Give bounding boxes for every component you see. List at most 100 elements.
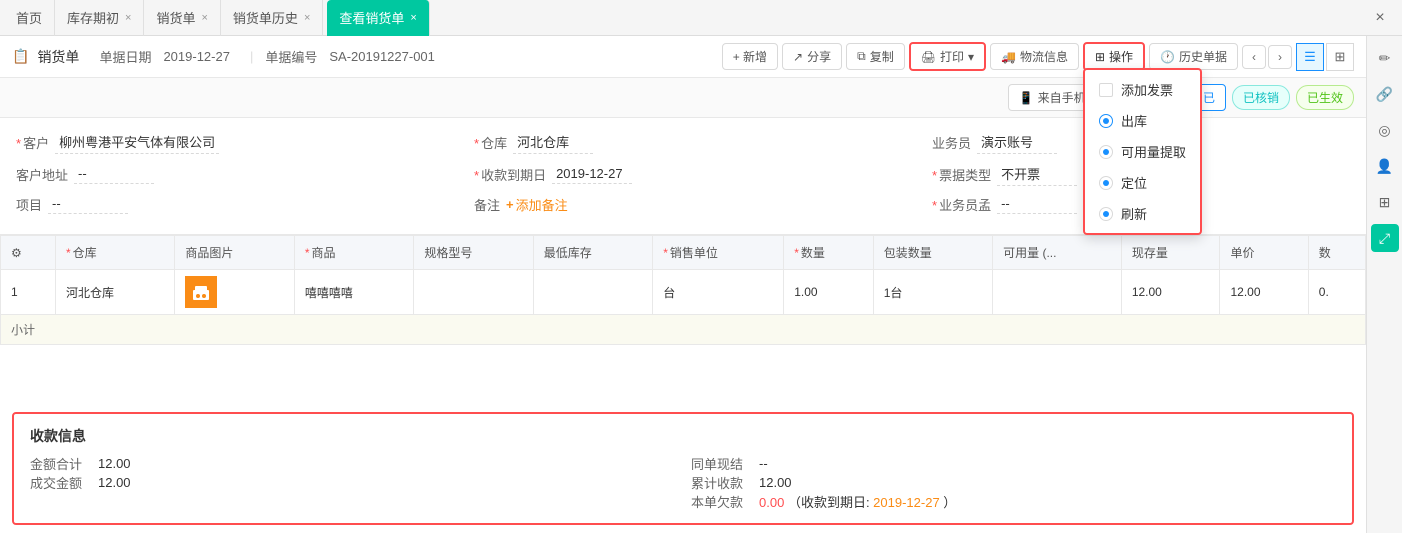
tab-sales-history-close[interactable]: × <box>304 12 310 24</box>
staff2-value[interactable]: -- <box>997 194 1077 214</box>
cumulative-payment-value: 12.00 <box>759 475 792 490</box>
print-icon: 🖨 <box>921 50 936 64</box>
row-spec <box>414 270 533 315</box>
share-button[interactable]: ↗ 分享 <box>782 43 842 70</box>
ops-button[interactable]: ⊞ 操作 <box>1083 42 1145 71</box>
row-warehouse: 河北仓库 <box>55 270 174 315</box>
outbound-item[interactable]: 出库 <box>1085 105 1200 136</box>
add-invoice-item[interactable]: 添加发票 <box>1085 74 1200 105</box>
history-button[interactable]: 🕐 历史单据 <box>1149 43 1238 70</box>
logistics-button[interactable]: 🚚 物流信息 <box>990 43 1079 70</box>
due-date-value: 2019-12-27 <box>873 495 940 510</box>
cumulative-payment-label: 累计收款 <box>691 473 751 492</box>
col-quantity: 数量 <box>784 236 873 270</box>
doc-number-label: 单据编号 <box>265 47 317 66</box>
transaction-amount-label: 成交金额 <box>30 473 90 492</box>
refresh-radio[interactable] <box>1099 207 1113 221</box>
payment-info-box: 收款信息 金额合计 12.00 成交金额 12.00 <box>12 412 1354 525</box>
next-arrow[interactable]: › <box>1268 45 1292 69</box>
doc-date-value: 2019-12-27 <box>163 49 230 64</box>
window-close-button[interactable]: × <box>1366 4 1394 32</box>
add-note-button[interactable]: 添加备注 <box>506 195 568 214</box>
row-available <box>993 270 1122 315</box>
doc-title: 销货单 <box>37 47 79 67</box>
copy-icon: ⧉ <box>857 49 866 64</box>
row-quantity: 1.00 <box>784 270 873 315</box>
col-unit: 销售单位 <box>653 236 784 270</box>
payment-info-right: 同单现结 -- 累计收款 12.00 本单欠款 0.00 <box>691 454 1336 511</box>
invoice-type-value[interactable]: 不开票 <box>997 162 1077 186</box>
warehouse-label: 仓库 <box>474 133 507 152</box>
link-icon[interactable]: 🔗 <box>1371 80 1399 108</box>
locate-radio[interactable] <box>1099 176 1113 190</box>
row-product: 嘻嘻嘻嘻 <box>294 270 413 315</box>
invoice-type-label: 票据类型 <box>932 165 991 184</box>
col-product: 商品 <box>294 236 413 270</box>
edit-icon[interactable]: ✏ <box>1371 44 1399 72</box>
staff-value[interactable]: 演示账号 <box>977 130 1057 154</box>
effective-badge: 已生效 <box>1296 85 1354 110</box>
expand-icon[interactable]: ⤢ <box>1371 224 1399 252</box>
tab-sales-history[interactable]: 销货单历史 × <box>221 0 323 36</box>
customer-value[interactable]: 柳州粤港平安气体有限公司 <box>55 130 219 154</box>
locate-item[interactable]: 定位 <box>1085 167 1200 198</box>
transaction-amount-value: 12.00 <box>98 475 131 490</box>
tab-view-sales[interactable]: 查看销货单 × <box>327 0 429 36</box>
right-sidebar: ✏ 🔗 ◎ 👤 ⊞ ⤢ <box>1366 36 1402 533</box>
cumulative-payment-row: 累计收款 12.00 <box>691 473 1336 492</box>
col-pack-qty: 包装数量 <box>873 236 992 270</box>
row-amount: 0. <box>1308 270 1365 315</box>
app-container: 首页 库存期初 × 销货单 × 销货单历史 × 查看销货单 × × 📋 销货单 <box>0 0 1402 533</box>
user-icon[interactable]: 👤 <box>1371 152 1399 180</box>
available-pickup-item[interactable]: 可用量提取 <box>1085 136 1200 167</box>
refresh-item[interactable]: 刷新 <box>1085 198 1200 229</box>
tab-sales-order[interactable]: 销货单 × <box>144 0 220 36</box>
customer-field: 客户 柳州粤港平安气体有限公司 <box>16 130 434 154</box>
doc-number-value: SA-20191227-001 <box>329 49 435 64</box>
table-container: ⚙ 仓库 商品图片 商品 规格型号 最低库存 销售单位 数量 包装数量 可用量 … <box>0 235 1366 533</box>
tab-home[interactable]: 首页 <box>8 0 55 36</box>
current-due-row: 本单欠款 0.00 （收款到期日: 2019-12-27 ） <box>691 492 1336 511</box>
total-amount-label: 金额合计 <box>30 454 90 473</box>
row-product-img <box>175 270 294 315</box>
row-unit: 台 <box>653 270 784 315</box>
table-wrapper[interactable]: ⚙ 仓库 商品图片 商品 规格型号 最低库存 销售单位 数量 包装数量 可用量 … <box>0 235 1366 404</box>
table-row: 1 河北仓库 嘻嘻嘻嘻 台 <box>1 270 1366 315</box>
doc-date-label: 单据日期 <box>99 47 151 66</box>
grid-view-btn[interactable]: ⊞ <box>1326 43 1354 71</box>
address-value[interactable]: -- <box>74 164 154 184</box>
add-invoice-checkbox[interactable] <box>1099 83 1113 97</box>
tab-view-sales-close[interactable]: × <box>410 12 416 24</box>
transaction-amount-row: 成交金额 12.00 <box>30 473 675 492</box>
outbound-label: 出库 <box>1121 111 1147 130</box>
mobile-icon: 📱 <box>1019 91 1034 105</box>
sold-badge: 已核销 <box>1232 85 1290 110</box>
prev-arrow[interactable]: ‹ <box>1242 45 1266 69</box>
available-pickup-radio[interactable] <box>1099 145 1113 159</box>
address-field: 客户地址 -- <box>16 164 434 184</box>
tab-sales-order-close[interactable]: × <box>201 12 207 24</box>
staff2-label: 业务员孟 <box>932 195 991 214</box>
payment-info-left: 金额合计 12.00 成交金额 12.00 <box>30 454 675 511</box>
table-icon[interactable]: ⊞ <box>1371 188 1399 216</box>
tab-inventory-init-close[interactable]: × <box>125 12 131 24</box>
payment-date-value[interactable]: 2019-12-27 <box>552 164 632 184</box>
refresh-icon[interactable]: ◎ <box>1371 116 1399 144</box>
tab-inventory-init[interactable]: 库存期初 × <box>55 0 144 36</box>
copy-button[interactable]: ⧉ 复制 <box>846 43 905 70</box>
subtotal-row: 小计 <box>1 315 1366 345</box>
staff-label: 业务员 <box>932 133 971 152</box>
col-unit-price: 单价 <box>1220 236 1308 270</box>
outbound-radio[interactable] <box>1099 114 1113 128</box>
same-order-row: 同单现结 -- <box>691 454 1336 473</box>
new-button[interactable]: + 新增 <box>722 43 778 70</box>
total-amount-row: 金额合计 12.00 <box>30 454 675 473</box>
payment-date-field: 收款到期日 2019-12-27 <box>474 164 892 184</box>
warehouse-value[interactable]: 河北仓库 <box>513 130 593 154</box>
list-view-btn[interactable]: ☰ <box>1296 43 1324 71</box>
project-value[interactable]: -- <box>48 194 128 214</box>
ops-dropdown: 添加发票 出库 可用量提取 定位 刷新 <box>1083 68 1202 235</box>
col-settings[interactable]: ⚙ <box>1 236 56 270</box>
print-dropdown-arrow[interactable]: ▾ <box>968 50 974 64</box>
print-button[interactable]: 🖨 打印 ▾ <box>909 42 986 71</box>
